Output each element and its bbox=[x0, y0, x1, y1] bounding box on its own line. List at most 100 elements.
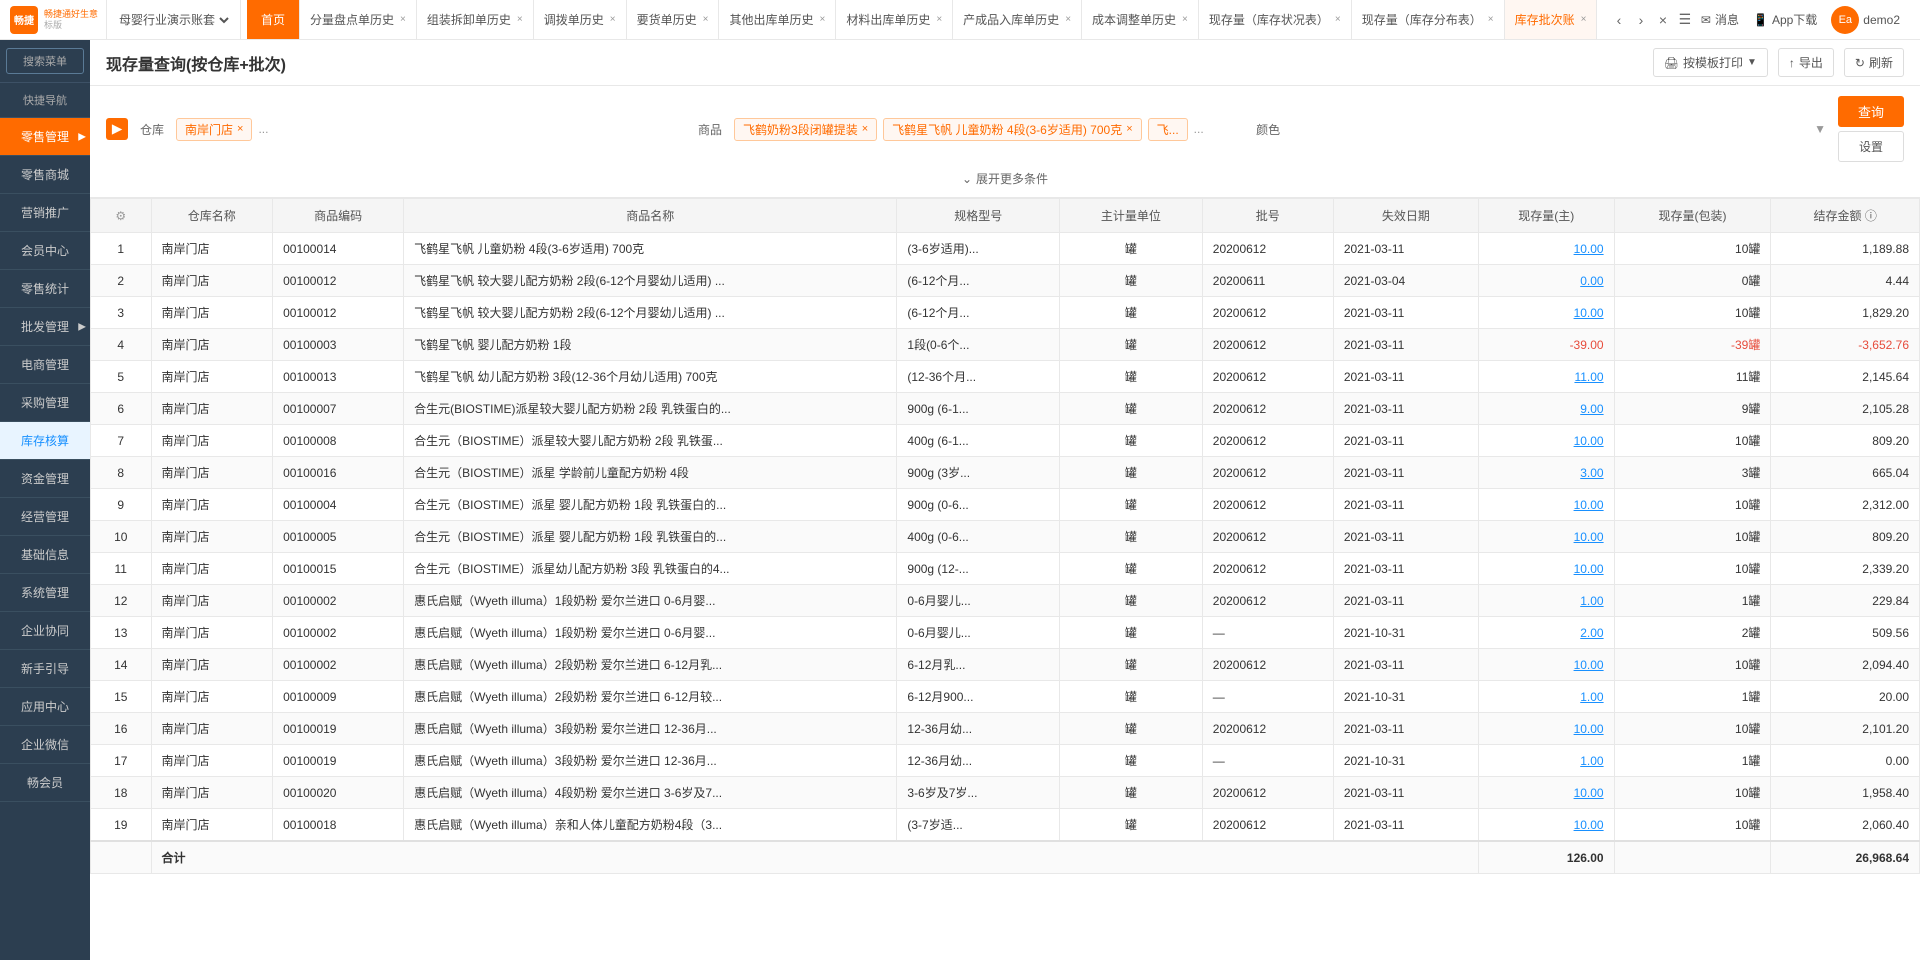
row-qty-pack: 10罐 bbox=[1614, 489, 1771, 521]
sidebar-item-finance[interactable]: 资金管理 bbox=[0, 460, 90, 498]
row-qty-main[interactable]: 10.00 bbox=[1478, 425, 1614, 457]
col-settings[interactable]: ⚙ bbox=[91, 199, 152, 233]
goods-more[interactable]: ... bbox=[1194, 122, 1204, 136]
row-qty-main[interactable]: 10.00 bbox=[1478, 777, 1614, 809]
tab-close-8[interactable]: × bbox=[1182, 14, 1188, 25]
row-qty-main[interactable]: 9.00 bbox=[1478, 393, 1614, 425]
tab-close-2[interactable]: × bbox=[517, 14, 523, 25]
row-qty-main[interactable]: 1.00 bbox=[1478, 681, 1614, 713]
settings-icon[interactable]: ⚙ bbox=[115, 209, 126, 223]
sidebar-item-member-club[interactable]: 畅会员 bbox=[0, 764, 90, 802]
sidebar-search: 搜索菜单 bbox=[0, 40, 90, 83]
row-qty-main[interactable]: 10.00 bbox=[1478, 489, 1614, 521]
tab-close-3[interactable]: × bbox=[610, 14, 616, 25]
row-qty-main[interactable]: 1.00 bbox=[1478, 585, 1614, 617]
tab-menu-btn[interactable]: ☰ bbox=[1675, 10, 1695, 30]
row-qty-main[interactable]: 10.00 bbox=[1478, 713, 1614, 745]
tab-prev-btn[interactable]: ‹ bbox=[1609, 10, 1629, 30]
tab-close-7[interactable]: × bbox=[1065, 14, 1071, 25]
row-batch: 20200612 bbox=[1202, 809, 1333, 842]
row-amount: 2,094.40 bbox=[1771, 649, 1920, 681]
sidebar-item-guide[interactable]: 新手引导 bbox=[0, 650, 90, 688]
tab-close-1[interactable]: × bbox=[400, 14, 406, 25]
row-name: 合生元(BIOSTIME)派星较大婴儿配方奶粉 2段 乳铁蛋白的... bbox=[404, 393, 897, 425]
tab-11[interactable]: 库存批次账 × bbox=[1505, 0, 1598, 39]
tab-9[interactable]: 现存量（库存状况表） × bbox=[1199, 0, 1352, 39]
row-qty-main[interactable]: 0.00 bbox=[1478, 265, 1614, 297]
tab-3[interactable]: 调拨单历史 × bbox=[534, 0, 627, 39]
row-qty-main[interactable]: 1.00 bbox=[1478, 745, 1614, 777]
print-btn[interactable]: 🖨 按模板打印 ▼ bbox=[1653, 48, 1768, 77]
refresh-btn[interactable]: ↻ 刷新 bbox=[1844, 48, 1904, 77]
row-qty-main[interactable]: 10.00 bbox=[1478, 521, 1614, 553]
sidebar-item-wechat-work[interactable]: 企业微信 bbox=[0, 726, 90, 764]
settings-btn[interactable]: 设置 bbox=[1838, 131, 1904, 162]
tab-close-9[interactable]: × bbox=[1335, 14, 1341, 25]
sidebar-item-system[interactable]: 系统管理 bbox=[0, 574, 90, 612]
row-qty-main[interactable]: 10.00 bbox=[1478, 233, 1614, 265]
sidebar-item-basic-info[interactable]: 基础信息 bbox=[0, 536, 90, 574]
export-btn[interactable]: ↑ 导出 bbox=[1778, 48, 1834, 77]
row-qty-main[interactable]: 3.00 bbox=[1478, 457, 1614, 489]
warehouse-more[interactable]: ... bbox=[258, 122, 268, 136]
tab-close-4[interactable]: × bbox=[703, 14, 709, 25]
tab-1[interactable]: 分量盘点单历史 × bbox=[300, 0, 417, 39]
warehouse-tag-close-0[interactable]: × bbox=[237, 123, 243, 135]
row-qty-main[interactable]: 10.00 bbox=[1478, 809, 1614, 842]
sidebar-item-wholesale[interactable]: 批发管理 ▶ bbox=[0, 308, 90, 346]
row-amount: 1,189.88 bbox=[1771, 233, 1920, 265]
sidebar-item-retail-mall[interactable]: 零售商城 bbox=[0, 156, 90, 194]
total-qty-pack-empty bbox=[1614, 841, 1771, 874]
user-profile[interactable]: Ea demo2 bbox=[1831, 6, 1900, 34]
tab-4[interactable]: 要货单历史 × bbox=[627, 0, 720, 39]
table-area[interactable]: ⚙ 仓库名称 商品编码 商品名称 规格型号 主计量单位 批号 失效日期 现存量(… bbox=[90, 198, 1920, 960]
expand-row: ⌄ 展开更多条件 bbox=[106, 170, 1904, 187]
sidebar-item-collab[interactable]: 企业协同 bbox=[0, 612, 90, 650]
industry-select[interactable]: 母婴行业演示账套 bbox=[115, 12, 232, 28]
tab-close-10[interactable]: × bbox=[1488, 14, 1494, 25]
tab-home[interactable]: 首页 bbox=[247, 0, 300, 39]
tab-5[interactable]: 其他出库单历史 × bbox=[719, 0, 836, 39]
query-btn[interactable]: 查询 bbox=[1838, 96, 1904, 127]
search-menu-btn[interactable]: 搜索菜单 bbox=[6, 48, 84, 74]
sidebar-item-ecommerce[interactable]: 电商管理 bbox=[0, 346, 90, 384]
sidebar-item-app-center[interactable]: 应用中心 bbox=[0, 688, 90, 726]
tab-close-11[interactable]: × bbox=[1581, 14, 1587, 25]
expand-conditions-btn[interactable]: ⌄ 展开更多条件 bbox=[962, 170, 1048, 187]
sidebar-item-marketing[interactable]: 营销推广 bbox=[0, 194, 90, 232]
tab-10[interactable]: 现存量（库存分布表） × bbox=[1352, 0, 1505, 39]
tab-close-all-btn[interactable]: × bbox=[1653, 10, 1673, 30]
row-qty-main[interactable]: 10.00 bbox=[1478, 297, 1614, 329]
sidebar-item-purchase[interactable]: 采购管理 bbox=[0, 384, 90, 422]
row-name: 惠氏启赋（Wyeth illuma）1段奶粉 爱尔兰进口 0-6月婴... bbox=[404, 585, 897, 617]
row-qty-main[interactable]: 10.00 bbox=[1478, 649, 1614, 681]
sidebar-item-retail-mgmt[interactable]: 零售管理 ▶ bbox=[0, 118, 90, 156]
row-no: 17 bbox=[91, 745, 152, 777]
goods-tag-close-0[interactable]: × bbox=[862, 123, 868, 135]
row-expire: 2021-10-31 bbox=[1333, 745, 1478, 777]
filter-expand-btn[interactable]: ▶ bbox=[106, 118, 128, 140]
row-qty-main[interactable]: 10.00 bbox=[1478, 553, 1614, 585]
sidebar-item-retail-stats[interactable]: 零售统计 bbox=[0, 270, 90, 308]
tab-6[interactable]: 材料出库单历史 × bbox=[836, 0, 953, 39]
row-qty-main[interactable]: 2.00 bbox=[1478, 617, 1614, 649]
main-layout: 搜索菜单 快捷导航 零售管理 ▶ 零售商城 营销推广 会员中心 零售统计 批发管… bbox=[0, 40, 1920, 960]
tab-next-btn[interactable]: › bbox=[1631, 10, 1651, 30]
message-btn[interactable]: ✉ 消息 bbox=[1701, 11, 1739, 28]
sidebar-item-inventory[interactable]: 库存核算 bbox=[0, 422, 90, 460]
goods-tag-close-1[interactable]: × bbox=[1126, 123, 1132, 135]
tab-2[interactable]: 组装拆卸单历史 × bbox=[417, 0, 534, 39]
quick-nav-btn[interactable]: 快捷导航 bbox=[0, 87, 90, 113]
tab-close-6[interactable]: × bbox=[936, 14, 942, 25]
table-row: 18 南岸门店 00100020 惠氏启赋（Wyeth illuma）4段奶粉 … bbox=[91, 777, 1920, 809]
sidebar-item-member[interactable]: 会员中心 bbox=[0, 232, 90, 270]
chevron-right-icon: ▶ bbox=[78, 131, 86, 142]
app-download-btn[interactable]: 📱 App下载 bbox=[1753, 11, 1817, 28]
sidebar-item-operations[interactable]: 经营管理 bbox=[0, 498, 90, 536]
row-qty-main[interactable]: 11.00 bbox=[1478, 361, 1614, 393]
tab-7[interactable]: 产成品入库单历史 × bbox=[953, 0, 1082, 39]
row-amount: 2,312.00 bbox=[1771, 489, 1920, 521]
col-name: 商品名称 bbox=[404, 199, 897, 233]
tab-close-5[interactable]: × bbox=[819, 14, 825, 25]
tab-8[interactable]: 成本调整单历史 × bbox=[1082, 0, 1199, 39]
